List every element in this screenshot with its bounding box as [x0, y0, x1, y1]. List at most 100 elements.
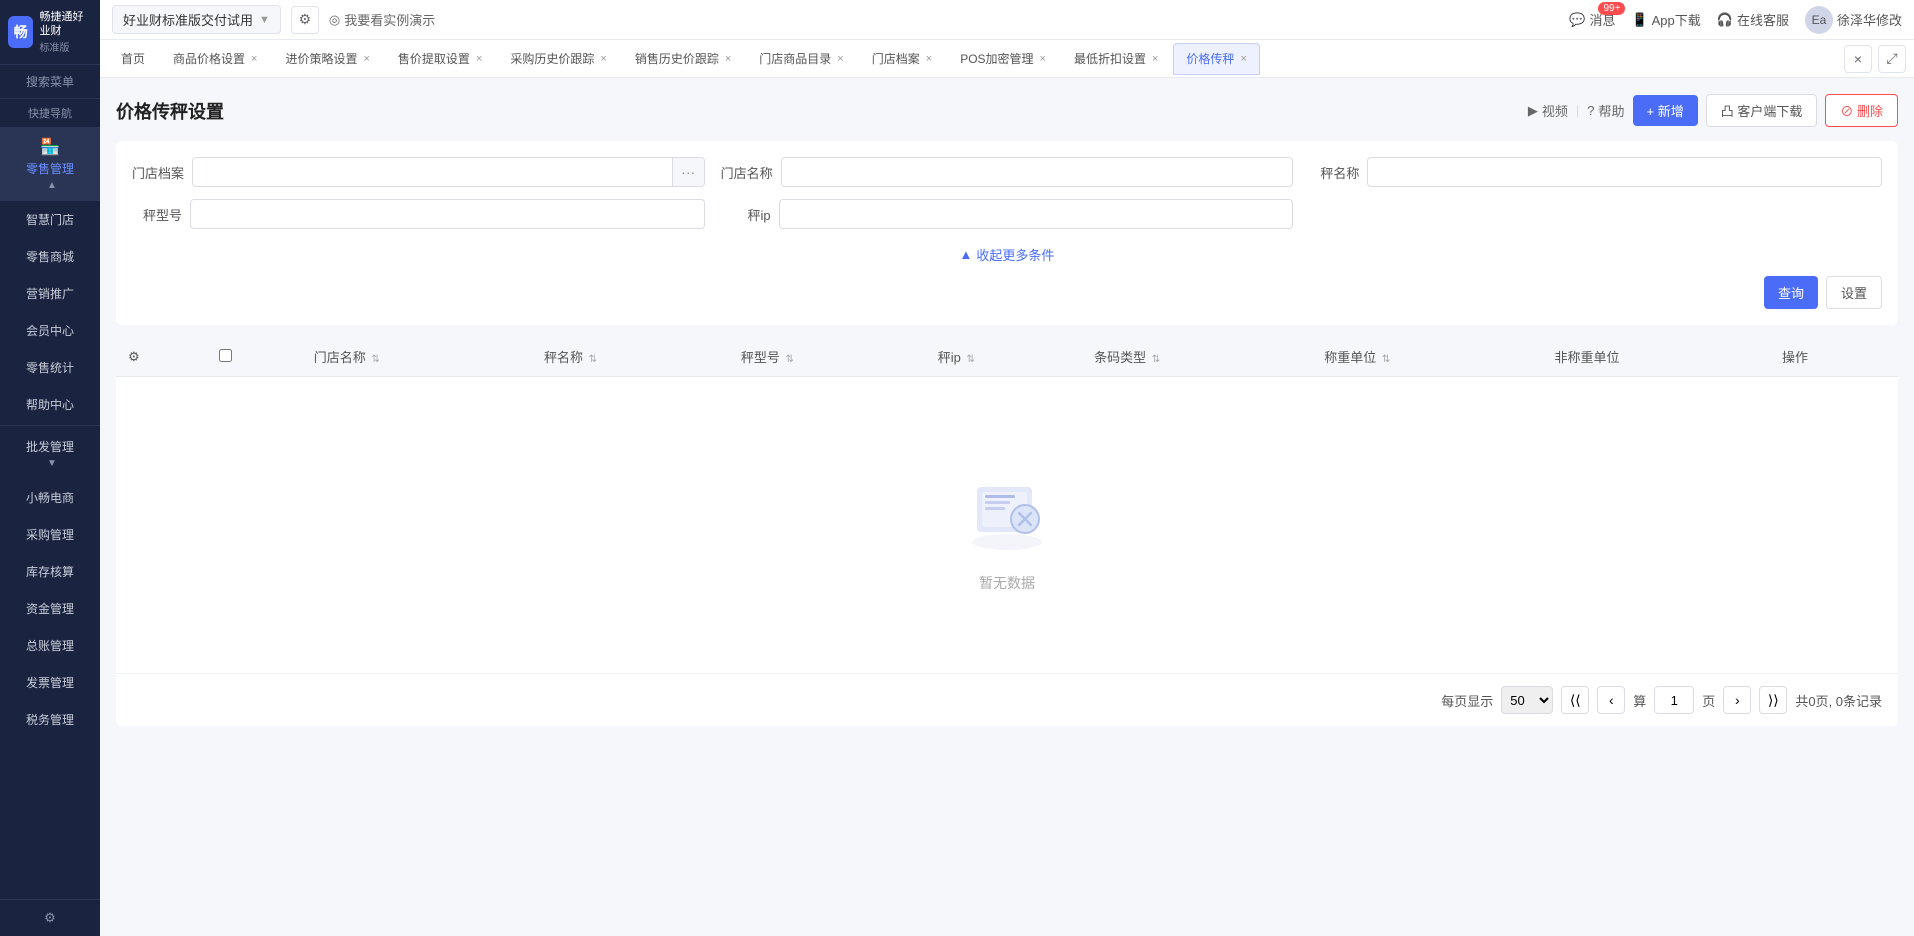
col-settings[interactable]: ⚙	[116, 337, 207, 377]
sidebar-item-general-ledger[interactable]: 总账管理	[0, 627, 100, 664]
tab-sale-history[interactable]: 销售历史价跟踪 ×	[622, 43, 744, 75]
sidebar-item-label: 税务管理	[26, 711, 74, 728]
sidebar-item-wholesale-mgmt[interactable]: 批发管理 ▼	[0, 428, 100, 479]
tab-close-icon[interactable]: ×	[600, 53, 606, 65]
sidebar-search[interactable]: 搜索菜单	[0, 65, 100, 99]
search-menu-label[interactable]: 搜索菜单	[26, 75, 74, 89]
scale-name-input[interactable]	[1367, 157, 1882, 187]
message-icon: 💬	[1569, 12, 1585, 28]
col-scale-ip[interactable]: 秤ip ⇅	[926, 337, 1082, 377]
online-service-btn[interactable]: 🎧 在线客服	[1717, 10, 1789, 29]
user-profile-btn[interactable]: Ea 徐泽华修改	[1805, 6, 1902, 34]
close-tab-btn[interactable]: ×	[1844, 45, 1872, 73]
tab-close-icon[interactable]: ×	[837, 53, 843, 65]
sidebar-item-label: 零售统计	[26, 359, 74, 376]
tab-close-icon[interactable]: ×	[1240, 53, 1246, 65]
tab-price-scale[interactable]: 价格传秤 ×	[1173, 43, 1259, 75]
tab-purchase-history[interactable]: 采购历史价跟踪 ×	[497, 43, 619, 75]
tab-close-icon[interactable]: ×	[926, 53, 932, 65]
store-name-input[interactable]	[781, 157, 1294, 187]
per-page-select[interactable]: 10 20 50 100	[1501, 686, 1553, 714]
page-label: 算	[1633, 691, 1646, 710]
app-download-btn[interactable]: 📱 App下载	[1631, 10, 1700, 29]
sidebar-item-retail-stats[interactable]: 零售统计	[0, 349, 100, 386]
sidebar-item-member[interactable]: 会员中心	[0, 312, 100, 349]
scale-ip-input[interactable]	[779, 199, 1294, 229]
col-operation: 操作	[1770, 337, 1898, 377]
filter-scale-model: 秤型号	[132, 199, 705, 229]
sidebar-settings-btn[interactable]: ⚙	[0, 899, 100, 936]
tab-close-icon[interactable]: ×	[725, 53, 731, 65]
sidebar-item-marketing[interactable]: 营销推广	[0, 275, 100, 312]
collapse-btn[interactable]: ▲ 收起更多条件	[132, 241, 1882, 268]
sidebar-item-label: 零售商城	[26, 248, 74, 265]
sidebar-item-smart-store[interactable]: 智慧门店	[0, 201, 100, 238]
help-link[interactable]: ? 帮助	[1587, 101, 1624, 120]
col-checkbox[interactable]	[207, 337, 302, 377]
tab-pos-mgmt[interactable]: POS加密管理 ×	[947, 43, 1059, 75]
tab-purchase-strategy[interactable]: 进价策略设置 ×	[272, 43, 382, 75]
sidebar-item-label: 发票管理	[26, 674, 74, 691]
col-weight-unit[interactable]: 称重单位 ⇅	[1312, 337, 1542, 377]
sidebar-logo: 畅 畅捷通好业财 标准版	[0, 0, 100, 65]
sidebar-item-purchase-mgmt[interactable]: 采购管理	[0, 516, 100, 553]
col-store-name[interactable]: 门店名称 ⇅	[302, 337, 532, 377]
sidebar-item-finance[interactable]: 资金管理	[0, 590, 100, 627]
next-page-btn[interactable]: ›	[1723, 686, 1751, 714]
tab-store-catalog[interactable]: 门店商品目录 ×	[746, 43, 856, 75]
page-input[interactable]	[1654, 686, 1694, 714]
sidebar-item-tax[interactable]: 税务管理	[0, 701, 100, 738]
add-button[interactable]: + 新增	[1633, 95, 1698, 126]
first-page-btn[interactable]: ⟨⟨	[1561, 686, 1589, 714]
gear-icon: ⚙	[299, 11, 312, 28]
tab-close-icon[interactable]: ×	[251, 53, 257, 65]
last-page-btn[interactable]: ⟩⟩	[1759, 686, 1787, 714]
delete-button[interactable]: ⊘ 删除	[1825, 94, 1898, 127]
tab-price-setting[interactable]: 商品价格设置 ×	[160, 43, 270, 75]
sidebar-item-retail-mall[interactable]: 零售商城	[0, 238, 100, 275]
expand-arrow-icon-2: ▼	[47, 458, 57, 469]
sidebar-item-invoice[interactable]: 发票管理	[0, 664, 100, 701]
maximize-tab-btn[interactable]: ⤢	[1878, 45, 1906, 73]
scale-model-input[interactable]	[190, 199, 705, 229]
tab-home[interactable]: 首页	[108, 43, 158, 75]
app-icon: 📱	[1631, 12, 1647, 28]
sidebar-item-help-center[interactable]: 帮助中心	[0, 386, 100, 423]
tabbar: 首页 商品价格设置 × 进价策略设置 × 售价提取设置 × 采购历史价跟踪 × …	[100, 40, 1914, 78]
product-selector[interactable]: 好业财标准版交付试用 ▼	[112, 5, 281, 34]
tab-close-icon[interactable]: ×	[1152, 53, 1158, 65]
col-scale-name[interactable]: 秤名称 ⇅	[532, 337, 729, 377]
message-btn[interactable]: 💬 消息 99+	[1569, 10, 1615, 29]
tab-label: 售价提取设置	[398, 50, 470, 67]
total-info: 共0页, 0条记录	[1795, 691, 1882, 710]
main-area: 好业财标准版交付试用 ▼ ⚙ ◎ 我要看实例演示 💬 消息 99+ 📱 App下…	[100, 0, 1914, 936]
demo-link[interactable]: ◎ 我要看实例演示	[329, 10, 435, 29]
tab-sale-price[interactable]: 售价提取设置 ×	[385, 43, 495, 75]
col-barcode-type[interactable]: 条码类型 ⇅	[1082, 337, 1312, 377]
query-button[interactable]: 查询	[1764, 276, 1818, 309]
sidebar-item-retail-mgmt[interactable]: 🏪 零售管理 ▲	[0, 127, 100, 201]
logo-sub: 标准版	[39, 39, 92, 54]
prev-page-btn[interactable]: ‹	[1597, 686, 1625, 714]
video-link[interactable]: ▶ 视频	[1528, 101, 1568, 120]
sidebar-item-inventory[interactable]: 库存核算	[0, 553, 100, 590]
tab-close-icon[interactable]: ×	[363, 53, 369, 65]
set-button[interactable]: 设置	[1826, 276, 1882, 309]
sidebar-item-xiaochange[interactable]: 小畅电商	[0, 479, 100, 516]
col-scale-model[interactable]: 秤型号 ⇅	[729, 337, 926, 377]
store-name-label: 门店名称	[721, 163, 773, 182]
user-name: 徐泽华修改	[1837, 10, 1902, 29]
tab-close-icon[interactable]: ×	[476, 53, 482, 65]
tab-close-icon[interactable]: ×	[1040, 53, 1046, 65]
collapse-icon: ▲	[960, 247, 973, 262]
topbar-gear-btn[interactable]: ⚙	[291, 6, 319, 34]
tab-label: 销售历史价跟踪	[635, 50, 719, 67]
store-profile-input[interactable]	[193, 165, 672, 180]
page-suffix: 页	[1702, 691, 1715, 710]
tab-min-discount[interactable]: 最低折扣设置 ×	[1061, 43, 1171, 75]
pagination: 每页显示 10 20 50 100 ⟨⟨ ‹ 算 页 › ⟩⟩ 共0页, 0条记…	[116, 673, 1898, 726]
dots-btn[interactable]: ···	[672, 157, 704, 187]
download-button[interactable]: 凸 客户端下载	[1706, 94, 1818, 127]
select-all-checkbox[interactable]	[219, 349, 232, 362]
tab-store-profile[interactable]: 门店档案 ×	[859, 43, 945, 75]
